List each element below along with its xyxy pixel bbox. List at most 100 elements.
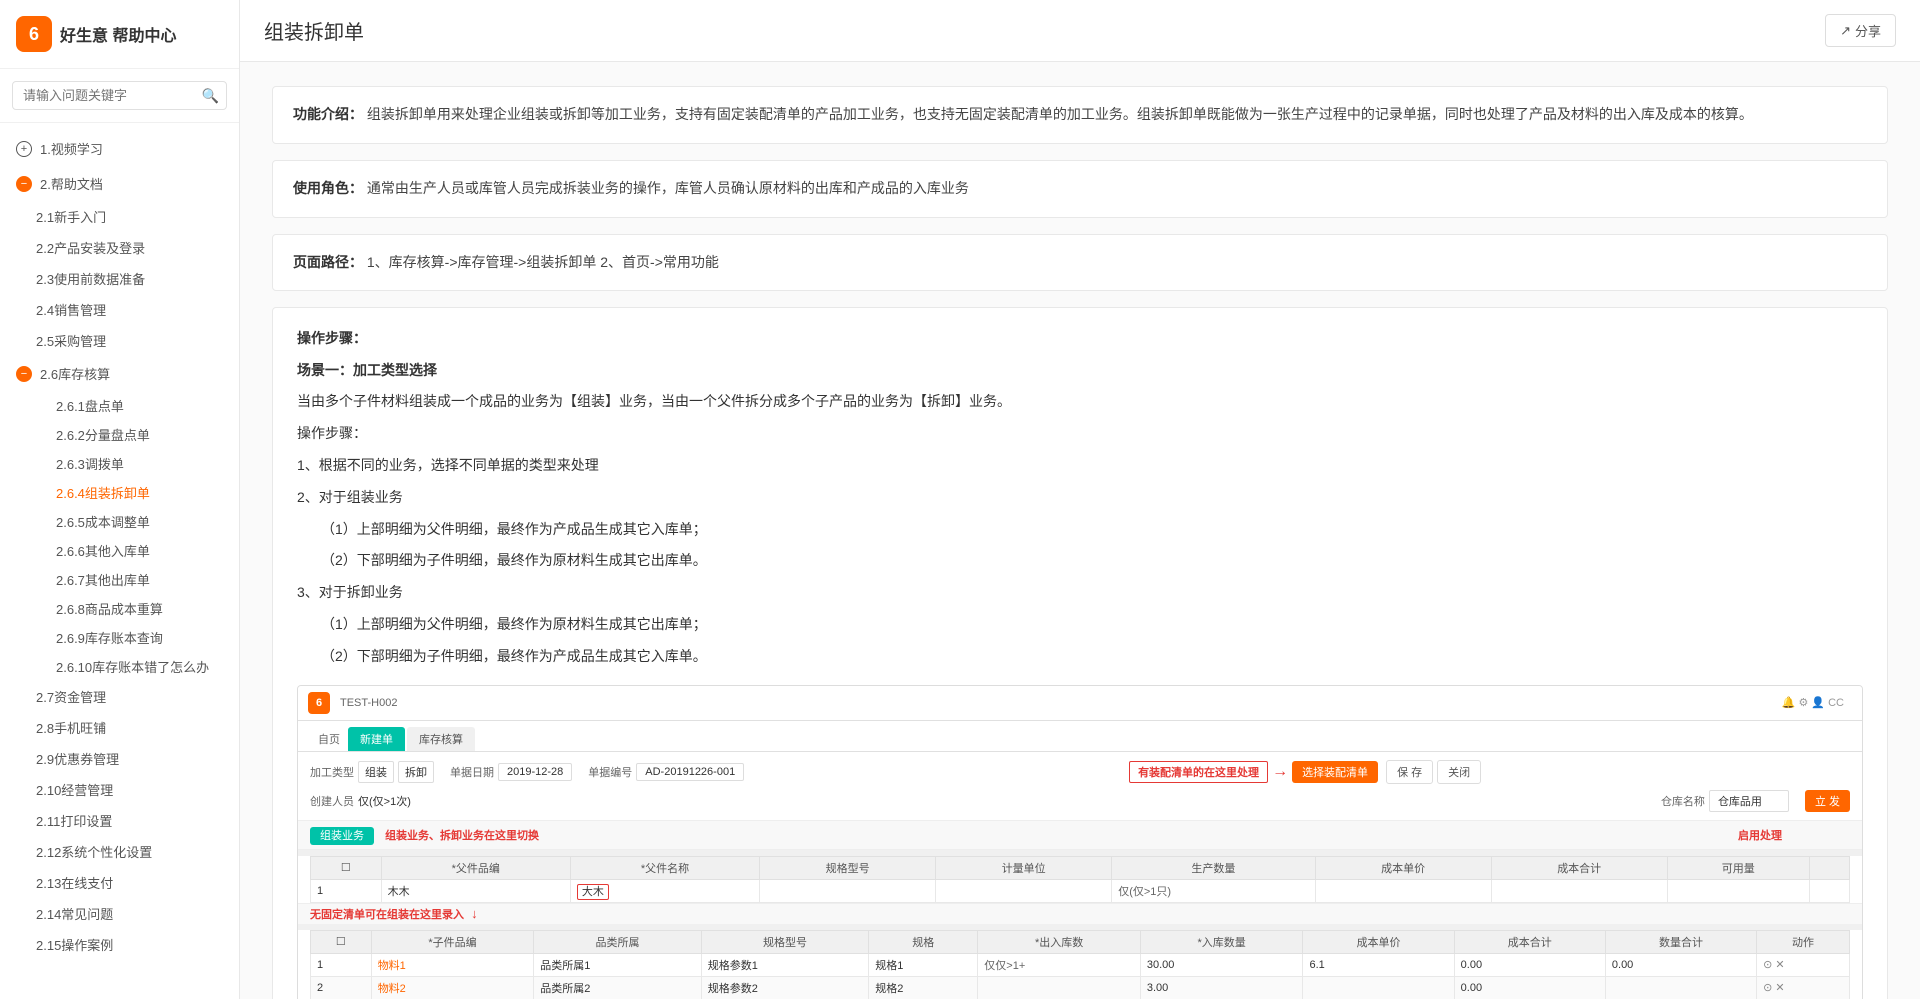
minus-icon: − — [16, 176, 32, 192]
search-box: 🔍 — [0, 69, 239, 123]
feature-intro-text: 组装拆卸单用来处理企业组装或拆卸等加工业务，支持有固定装配清单的产品加工业务，也… — [367, 106, 1753, 122]
main-header: 组装拆卸单 ↗ 分享 — [240, 0, 1920, 62]
col-spec: 规格型号 — [760, 856, 936, 879]
sidebar-item-ledger[interactable]: 2.6.9库存账本查询 — [56, 623, 239, 652]
sim-type-field: 加工类型 组装 拆卸 — [310, 761, 434, 783]
col-parent-code: *父件品编 — [381, 856, 570, 879]
ops-title: 操作步骤： — [297, 328, 1863, 348]
sim-screenshot: 6 TEST-H002 🔔 ⚙ 👤 CC 自页 新建单 库存核算 — [298, 686, 1862, 999]
role-label: 使用角色： — [293, 180, 363, 196]
sim-bottom-table-wrap: ☐ *子件品编 品类所属 规格型号 规格 *出入库数 *入库数量 成本单价 成本… — [298, 930, 1862, 999]
sim-save-btn[interactable]: 保 存 — [1386, 760, 1433, 784]
arrow-icon-right: → — [1272, 763, 1288, 781]
sim-anno2-label: 组装业务、拆卸业务在这里切换 — [385, 830, 539, 842]
step2: 2、对于组装业务 — [297, 486, 1863, 510]
sidebar-item-finance[interactable]: 2.7资金管理 — [36, 681, 239, 712]
sidebar-item-new[interactable]: 2.1新手入门 — [36, 201, 239, 232]
sidebar-item-ledger-fix[interactable]: 2.6.10库存账本错了怎么办 — [56, 652, 239, 681]
sidebar-item-pay[interactable]: 2.13在线支付 — [36, 867, 239, 898]
search-input[interactable] — [12, 81, 227, 110]
sidebar-item-cost-adj[interactable]: 2.6.5成本调整单 — [56, 507, 239, 536]
sidebar-item-custom[interactable]: 2.12系统个性化设置 — [36, 836, 239, 867]
share-button[interactable]: ↗ 分享 — [1825, 14, 1896, 47]
col-available: 可用量 — [1667, 856, 1809, 879]
sim-breadcrumb: TEST-H002 — [340, 697, 397, 709]
col-check: ☐ — [311, 856, 382, 879]
path-block: 页面路径： 1、库存核算->库存管理->组装拆卸单 2、首页->常用功能 — [272, 234, 1888, 292]
page-title: 组装拆卸单 — [264, 16, 364, 45]
col-action — [1809, 856, 1849, 879]
steps-section: 操作步骤： 场景一：加工类型选择 当由多个子件材料组装成一个成品的业务为【组装】… — [272, 307, 1888, 999]
sim-anno4-row: 无固定清单可在组装在这里录入 ↓ — [298, 903, 1862, 924]
screenshot-container: 6 TEST-H002 🔔 ⚙ 👤 CC 自页 新建单 库存核算 — [297, 685, 1863, 999]
sim-nav-label: 自页 — [318, 731, 340, 747]
sim-icons: 🔔 ⚙ 👤 CC — [1782, 696, 1844, 709]
step3-sub2: （2）下部明细为子件明细，最终作为产成品生成其它入库单。 — [321, 645, 1863, 669]
table-row: 2 物料2 品类所属2 规格参数2 规格2 3.00 0.00 — [311, 976, 1850, 999]
role-text: 通常由生产人员或库管人员完成拆装业务的操作，库管人员确认原材料的出库和产成品的入… — [367, 180, 969, 196]
sidebar-item-ops[interactable]: 2.10经营管理 — [36, 774, 239, 805]
ops-steps-title: 操作步骤： — [297, 422, 1863, 446]
search-icon[interactable]: 🔍 — [202, 87, 219, 104]
sidebar-item-other-in[interactable]: 2.6.6其他入库单 — [56, 536, 239, 565]
feature-intro-block: 功能介绍： 组装拆卸单用来处理企业组装或拆卸等加工业务，支持有固定装配清单的产品… — [272, 86, 1888, 144]
sidebar-item-docs[interactable]: − 2.帮助文档 — [0, 166, 239, 201]
step2-sub2: （2）下部明细为子件明细，最终作为原材料生成其它出库单。 — [321, 549, 1863, 573]
sidebar-item-cost-recalc[interactable]: 2.6.8商品成本重算 — [56, 594, 239, 623]
scene-title: 场景一：加工类型选择 — [297, 360, 1863, 380]
table-row: 1 木木 大木 仅(仅>1只) — [311, 879, 1850, 902]
sim-row2: 创建人员 仅(仅>1次) 仓库名称 仓库品用 立 发 — [310, 790, 1850, 812]
feature-intro-label: 功能介绍： — [293, 106, 363, 122]
sim-anno4-label: 无固定清单可在组装在这里录入 — [310, 909, 464, 921]
sim-anno3-label: 启用处理 — [1738, 827, 1782, 843]
sidebar-item-stock-check[interactable]: 2.6.1盘点单 — [56, 391, 239, 420]
inventory-submenu: 2.6.1盘点单 2.6.2分量盘点单 2.6.3调拨单 2.6.4组装拆卸单 … — [36, 391, 239, 681]
sidebar-item-other-out[interactable]: 2.6.7其他出库单 — [56, 565, 239, 594]
col-parent-name: *父件名称 — [570, 856, 759, 879]
sidebar-item-transfer[interactable]: 2.6.3调拨单 — [56, 449, 239, 478]
sidebar-item-inventory[interactable]: − 2.6库存核算 — [16, 356, 239, 391]
sidebar-item-print[interactable]: 2.11打印设置 — [36, 805, 239, 836]
sim-warehouse-field: 仓库名称 仓库品用 — [1661, 790, 1789, 812]
sidebar-item-sales[interactable]: 2.4销售管理 — [36, 294, 239, 325]
main-area: 组装拆卸单 ↗ 分享 功能介绍： 组装拆卸单用来处理企业组装或拆卸等加工业务，支… — [240, 0, 1920, 999]
sidebar-item-batch-check[interactable]: 2.6.2分量盘点单 — [56, 420, 239, 449]
sidebar-item-faq[interactable]: 2.14常见问题 — [36, 898, 239, 929]
minus-icon-inv: − — [16, 366, 32, 382]
arrow-down-icon: ↓ — [471, 906, 478, 921]
main-content: 功能介绍： 组装拆卸单用来处理企业组装或拆卸等加工业务，支持有固定装配清单的产品… — [240, 62, 1920, 999]
sim-confirm-btn[interactable]: 选择装配清单 — [1292, 761, 1378, 783]
step3-sub1: （1）上部明细为父件明细，最终作为原材料生成其它出库单； — [321, 613, 1863, 637]
docs-submenu: 2.1新手入门 2.2产品安装及登录 2.3使用前数据准备 2.4销售管理 2.… — [0, 201, 239, 960]
sim-number-field: 单据编号 AD-20191226-001 — [588, 763, 744, 781]
sidebar-item-data[interactable]: 2.3使用前数据准备 — [36, 263, 239, 294]
col-qty: 生产数量 — [1112, 856, 1315, 879]
logo-text: 好生意 帮助中心 — [60, 22, 176, 46]
sim-tab-new[interactable]: 新建单 — [348, 727, 405, 751]
nav-tree: + 1.视频学习 − 2.帮助文档 2.1新手入门 2.2产品安装及登录 2.3… — [0, 123, 239, 999]
col-unit: 计量单位 — [936, 856, 1112, 879]
share-icon: ↗ — [1840, 23, 1851, 39]
sidebar-item-assembly[interactable]: 2.6.4组装拆卸单 — [56, 478, 239, 507]
sidebar-item-install[interactable]: 2.2产品安装及登录 — [36, 232, 239, 263]
sim-anno1-area: 有装配清单的在这里处理 → 选择装配清单 保 存 关闭 — [760, 760, 1850, 784]
role-block: 使用角色： 通常由生产人员或库管人员完成拆装业务的操作，库管人员确认原材料的出库… — [272, 160, 1888, 218]
step2-sublist: （1）上部明细为父件明细，最终作为产成品生成其它入库单； （2）下部明细为子件明… — [321, 518, 1863, 574]
sim-cancel-btn[interactable]: 关闭 — [1437, 760, 1481, 784]
table-row: 1 物料1 品类所属1 规格参数1 规格1 仅仅>1+ 30.00 6.1 0.… — [311, 953, 1850, 976]
sidebar-item-cases[interactable]: 2.15操作案例 — [36, 929, 239, 960]
sim-tab-inventory[interactable]: 库存核算 — [407, 727, 475, 751]
sim-bottom-table: ☐ *子件品编 品类所属 规格型号 规格 *出入库数 *入库数量 成本单价 成本… — [310, 930, 1850, 999]
sim-form-area: 加工类型 组装 拆卸 单据日期 2019-12-28 单据编号 AD-20191… — [298, 752, 1862, 821]
sidebar-item-video[interactable]: + 1.视频学习 — [0, 131, 239, 166]
sim-top-table-wrap: ☐ *父件品编 *父件名称 规格型号 计量单位 生产数量 成本单价 成本合计 可… — [298, 856, 1862, 903]
sim-tabbar: 自页 新建单 库存核算 — [298, 721, 1862, 752]
scene-desc: 当由多个子件材料组装成一个成品的业务为【组装】业务，当由一个父件拆分成多个子产品… — [297, 390, 1863, 414]
plus-icon: + — [16, 141, 32, 157]
logo-area: 6 好生意 帮助中心 — [0, 0, 239, 69]
sidebar-item-mobile[interactable]: 2.8手机旺铺 — [36, 712, 239, 743]
sidebar-item-purchase[interactable]: 2.5采购管理 — [36, 325, 239, 356]
sim-enable-btn[interactable]: 立 发 — [1805, 790, 1850, 812]
col-cost-unit: 成本单价 — [1315, 856, 1491, 879]
sidebar-item-coupon[interactable]: 2.9优惠券管理 — [36, 743, 239, 774]
